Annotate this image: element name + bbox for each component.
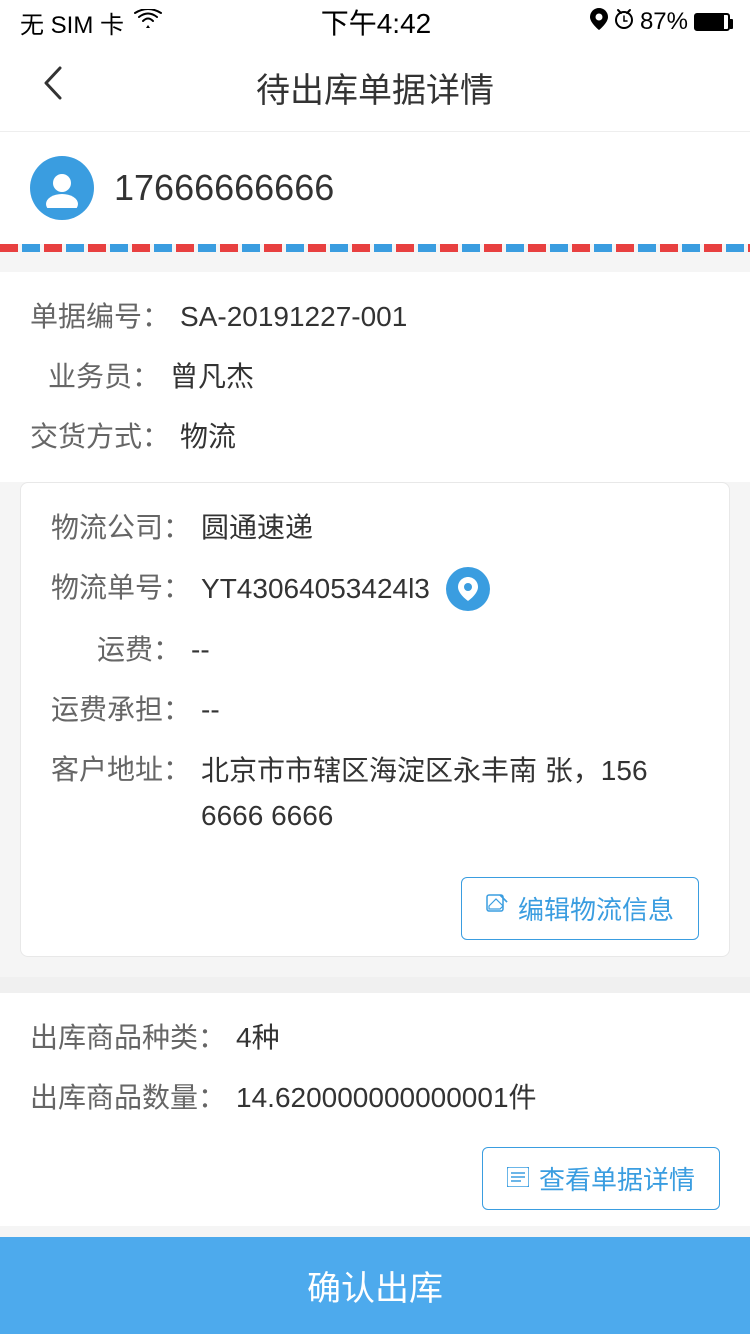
logistics-company-value: 圆通速递 [201, 507, 699, 549]
user-section: 17666666666 [0, 132, 750, 244]
address-value: 北京市市辖区海淀区永丰南 张，156 6666 6666 [201, 749, 699, 839]
edit-logistics-btn-row: 编辑物流信息 [51, 857, 699, 940]
avatar [30, 156, 94, 220]
dashed-separator [0, 244, 750, 252]
salesman-label: 业务员： [30, 356, 170, 398]
battery-icon [694, 13, 730, 31]
goods-quantity-label: 出库商品数量： [30, 1077, 236, 1119]
goods-section: 出库商品种类： 4种 出库商品数量： 14.620000000000001件 查… [0, 993, 750, 1226]
freight-bearer-label: 运费承担： [51, 689, 201, 731]
goods-types-label: 出库商品种类： [30, 1017, 236, 1059]
logistics-company-row: 物流公司： 圆通速递 [51, 507, 699, 549]
freight-row: 运费： -- [51, 629, 699, 671]
status-time: 下午4:42 [321, 2, 432, 42]
freight-label: 运费： [51, 629, 191, 671]
salesman-row: 业务员： 曾凡杰 [30, 356, 720, 398]
document-id-value: SA-20191227-001 [180, 296, 720, 338]
confirm-button[interactable]: 确认出库 [307, 1261, 443, 1310]
edit-logistics-label: 编辑物流信息 [518, 890, 674, 927]
logistics-company-label: 物流公司： [51, 507, 201, 549]
delivery-value: 物流 [180, 416, 720, 458]
document-info-card: 单据编号： SA-20191227-001 业务员： 曾凡杰 交货方式： 物流 [0, 272, 750, 482]
status-left: 无 SIM 卡 [20, 5, 162, 40]
battery-percent: 87% [640, 8, 688, 36]
status-right: 87% [590, 8, 730, 37]
edit-icon [486, 894, 508, 923]
detail-icon [507, 1163, 529, 1194]
back-button[interactable] [30, 53, 74, 122]
sim-label: 无 SIM 卡 [20, 5, 124, 40]
goods-types-row: 出库商品种类： 4种 [30, 1017, 720, 1059]
user-phone: 17666666666 [114, 167, 334, 209]
logistics-tracking-value: YT43064053424l3 [201, 567, 699, 611]
document-id-label: 单据编号： [30, 296, 180, 338]
freight-value: -- [191, 629, 699, 671]
logistics-tracking-label: 物流单号： [51, 567, 201, 609]
goods-quantity-value: 14.620000000000001件 [236, 1077, 720, 1119]
goods-types-value: 4种 [236, 1017, 720, 1059]
view-detail-btn-row: 查看单据详情 [30, 1137, 720, 1210]
freight-bearer-row: 运费承担： -- [51, 689, 699, 731]
nav-bar: 待出库单据详情 [0, 44, 750, 132]
address-row: 客户地址： 北京市市辖区海淀区永丰南 张，156 6666 6666 [51, 749, 699, 839]
view-detail-label: 查看单据详情 [539, 1160, 695, 1197]
document-id-row: 单据编号： SA-20191227-001 [30, 296, 720, 338]
confirm-button-area: 确认出库 [0, 1237, 750, 1334]
salesman-value: 曾凡杰 [170, 356, 720, 398]
status-bar: 无 SIM 卡 下午4:42 87 [0, 0, 750, 44]
delivery-row: 交货方式： 物流 [30, 416, 720, 458]
logistics-card: 物流公司： 圆通速递 物流单号： YT43064053424l3 运费： -- … [20, 482, 730, 957]
edit-logistics-button[interactable]: 编辑物流信息 [461, 877, 699, 940]
section-separator [0, 977, 750, 993]
location-icon [590, 8, 608, 37]
page-title: 待出库单据详情 [256, 63, 494, 112]
address-label: 客户地址： [51, 749, 201, 791]
view-detail-button[interactable]: 查看单据详情 [482, 1147, 720, 1210]
logistics-tracking-row: 物流单号： YT43064053424l3 [51, 567, 699, 611]
freight-bearer-value: -- [201, 689, 699, 731]
tracking-location-icon[interactable] [446, 567, 490, 611]
delivery-label: 交货方式： [30, 416, 180, 458]
wifi-icon [134, 8, 162, 36]
goods-quantity-row: 出库商品数量： 14.620000000000001件 [30, 1077, 720, 1119]
alarm-icon [614, 8, 634, 37]
